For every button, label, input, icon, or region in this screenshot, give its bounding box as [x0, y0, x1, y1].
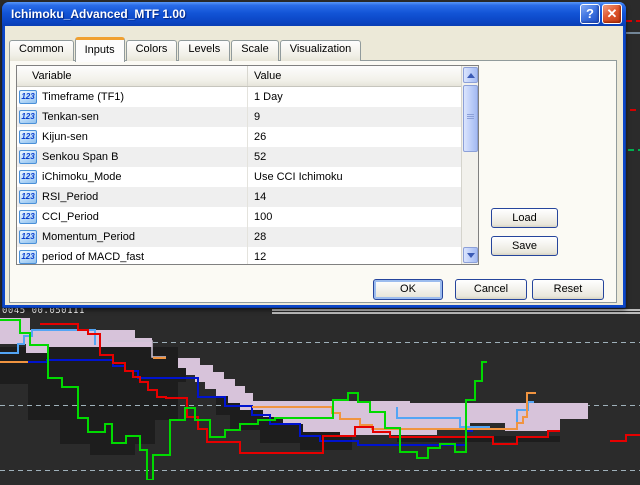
param-value[interactable]: 52	[248, 151, 463, 163]
table-row[interactable]: 123 Momentum_Period 28	[17, 227, 463, 247]
param-name: Senkou Span B	[42, 151, 118, 163]
param-name: Kijun-sen	[42, 131, 88, 143]
reset-button[interactable]: Reset	[532, 279, 604, 300]
param-name: RSI_Period	[42, 191, 98, 203]
column-header-value: Value	[248, 66, 478, 86]
param-value[interactable]: 28	[248, 231, 463, 243]
table-row[interactable]: 123 Senkou Span B 52	[17, 147, 463, 167]
param-name: CCI_Period	[42, 211, 99, 223]
tab-visualization[interactable]: Visualization	[280, 40, 362, 61]
dialog-body: Common Inputs Colors Levels Scale Visual…	[5, 26, 623, 305]
table-scrollbar	[461, 66, 478, 264]
ok-button[interactable]: OK	[373, 279, 443, 300]
table-row[interactable]: 123 Timeframe (TF1) 1 Day	[17, 87, 463, 107]
load-button[interactable]: Load	[491, 208, 558, 228]
table-header: Variable Value	[17, 66, 478, 87]
param-name: iChimoku_Mode	[42, 171, 121, 183]
tab-scale[interactable]: Scale	[231, 40, 279, 61]
table-row[interactable]: 123 Kijun-sen 26	[17, 127, 463, 147]
param-name: Momentum_Period	[42, 231, 135, 243]
param-name: Tenkan-sen	[42, 111, 99, 123]
scrollbar-down-button[interactable]	[463, 247, 478, 263]
indicator-properties-dialog: Ichimoku_Advanced_MTF 1.00 ? ✕ Common In…	[2, 2, 626, 308]
numeric-parameter-icon: 123	[19, 90, 37, 104]
param-name: period of MACD_fast	[42, 251, 144, 263]
chevron-up-icon	[467, 73, 475, 78]
table-row[interactable]: 123 Tenkan-sen 9	[17, 107, 463, 127]
tab-inputs[interactable]: Inputs	[75, 37, 125, 62]
table-row[interactable]: 123 iChimoku_Mode Use CCI Ichimoku	[17, 167, 463, 187]
param-value[interactable]: 26	[248, 131, 463, 143]
param-value[interactable]: 1 Day	[248, 91, 463, 103]
param-value[interactable]: 9	[248, 111, 463, 123]
scrollbar-thumb[interactable]	[463, 85, 478, 152]
help-icon[interactable]: ?	[580, 4, 600, 24]
tab-strip: Common Inputs Colors Levels Scale Visual…	[9, 37, 362, 61]
cancel-button[interactable]: Cancel	[455, 279, 527, 300]
param-value[interactable]: 12	[248, 251, 463, 263]
numeric-parameter-icon: 123	[19, 170, 37, 184]
param-value[interactable]: 100	[248, 211, 463, 223]
column-header-variable: Variable	[17, 66, 248, 86]
numeric-parameter-icon: 123	[19, 190, 37, 204]
table-row[interactable]: 123 period of MACD_fast 12	[17, 247, 463, 265]
dialog-titlebar[interactable]: Ichimoku_Advanced_MTF 1.00 ? ✕	[2, 2, 626, 26]
param-value[interactable]: 14	[248, 191, 463, 203]
numeric-parameter-icon: 123	[19, 250, 37, 264]
dialog-title: Ichimoku_Advanced_MTF 1.00	[11, 7, 578, 21]
numeric-parameter-icon: 123	[19, 150, 37, 164]
scrollbar-up-button[interactable]	[463, 67, 478, 83]
save-button[interactable]: Save	[491, 236, 558, 256]
numeric-parameter-icon: 123	[19, 230, 37, 244]
tab-levels[interactable]: Levels	[178, 40, 230, 61]
tab-colors[interactable]: Colors	[126, 40, 178, 61]
close-icon[interactable]: ✕	[602, 4, 622, 24]
numeric-parameter-icon: 123	[19, 210, 37, 224]
table-row[interactable]: 123 RSI_Period 14	[17, 187, 463, 207]
table-row[interactable]: 123 CCI_Period 100	[17, 207, 463, 227]
parameters-table: Variable Value 123Timeframe (TF1) 1 Day …	[16, 65, 479, 265]
numeric-parameter-icon: 123	[19, 130, 37, 144]
param-value[interactable]: Use CCI Ichimoku	[248, 171, 463, 183]
chevron-down-icon	[467, 253, 475, 258]
tab-common[interactable]: Common	[9, 40, 74, 61]
numeric-parameter-icon: 123	[19, 110, 37, 124]
thumb-grip-icon	[467, 114, 474, 119]
param-name: Timeframe (TF1)	[42, 91, 124, 103]
